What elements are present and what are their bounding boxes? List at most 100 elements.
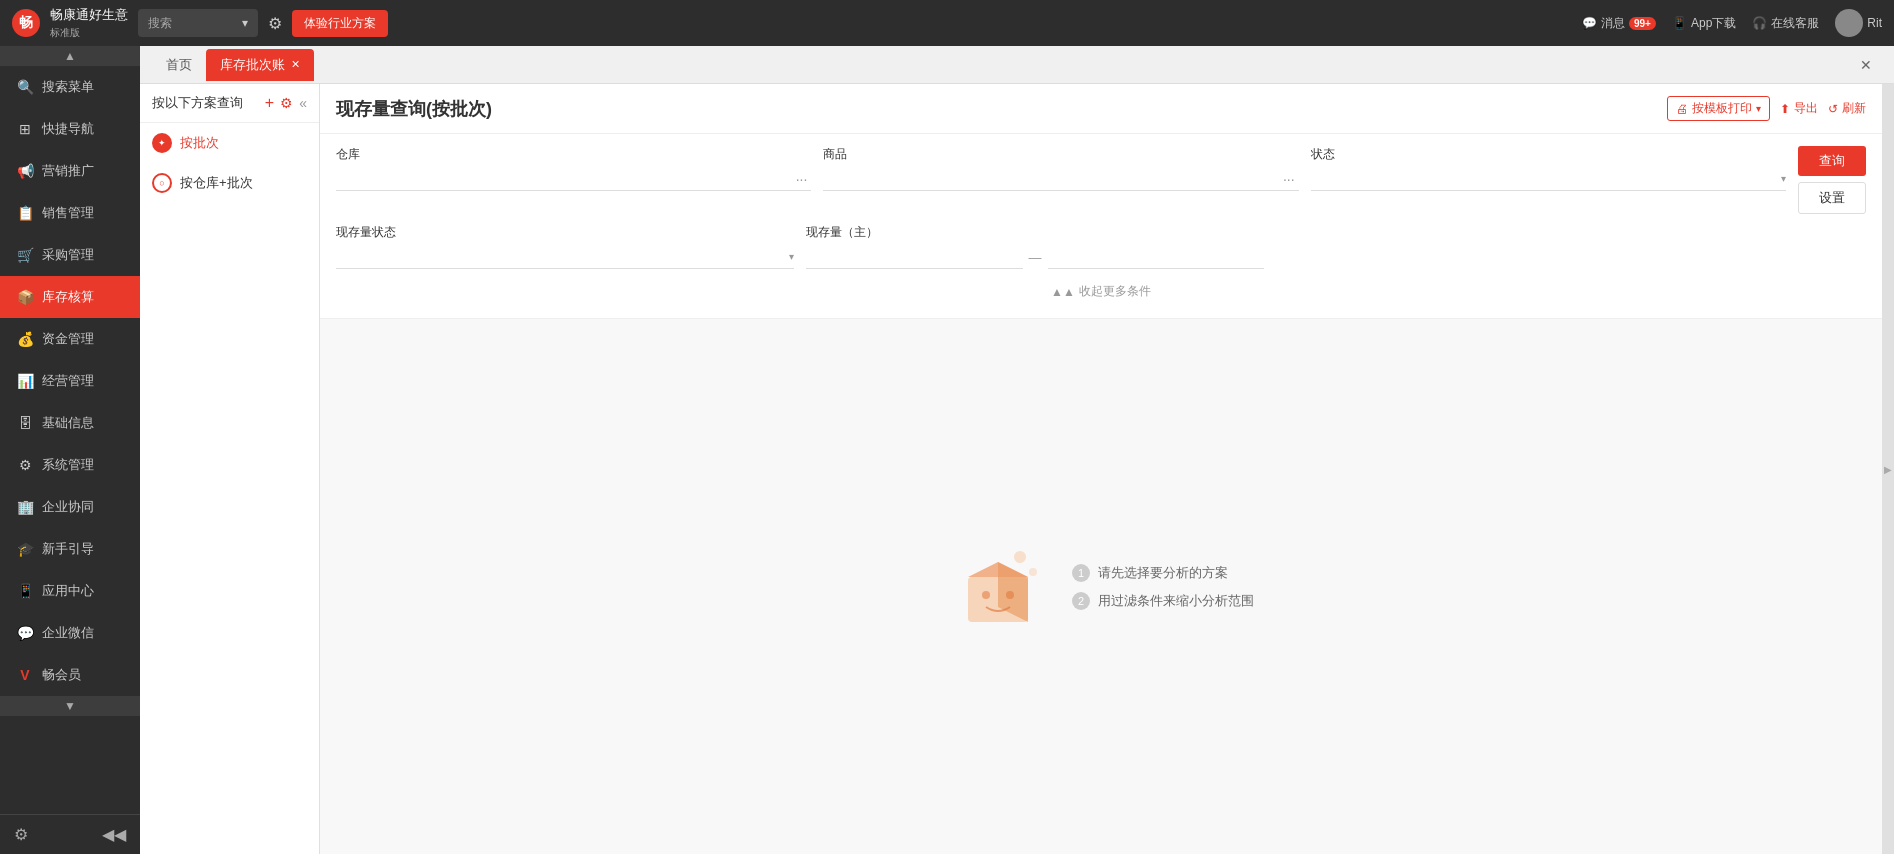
try-industry-button[interactable]: 体验行业方案 bbox=[292, 10, 388, 37]
sidebar-quick-nav-label: 快捷导航 bbox=[42, 120, 94, 138]
sidebar-item-marketing[interactable]: 📢 营销推广 bbox=[0, 150, 140, 192]
stock-status-input-wrapper: ▾ bbox=[336, 245, 794, 269]
sidebar-scroll-up[interactable]: ▲ bbox=[0, 46, 140, 66]
sidebar-item-guide[interactable]: 🎓 新手引导 bbox=[0, 528, 140, 570]
tab-home[interactable]: 首页 bbox=[152, 49, 206, 81]
print-icon: 🖨 bbox=[1676, 102, 1688, 116]
warehouse-dots-icon[interactable]: ··· bbox=[792, 171, 812, 187]
gear-icon[interactable]: ⚙ bbox=[268, 14, 282, 33]
sidebar-item-search[interactable]: 🔍 搜索菜单 bbox=[0, 66, 140, 108]
right-content: 现存量查询(按批次) 🖨 按模板打印 ▾ ⬆ 导出 ↺ bbox=[320, 84, 1882, 854]
search-icon: 🔍 bbox=[16, 78, 34, 96]
refresh-button[interactable]: ↺ 刷新 bbox=[1828, 100, 1866, 117]
svg-point-5 bbox=[1014, 551, 1026, 563]
tip-1-num: 1 bbox=[1072, 564, 1090, 582]
empty-state-content: 1 请先选择要分析的方案 2 用过滤条件来缩小分析范围 bbox=[948, 537, 1254, 637]
sidebar-marketing-label: 营销推广 bbox=[42, 162, 94, 180]
print-button[interactable]: 🖨 按模板打印 ▾ bbox=[1667, 96, 1770, 121]
sales-icon: 📋 bbox=[16, 204, 34, 222]
sidebar-item-system[interactable]: ⚙ 系统管理 bbox=[0, 444, 140, 486]
operations-icon: 📊 bbox=[16, 372, 34, 390]
product-input[interactable] bbox=[823, 167, 1279, 190]
tab-bar-close-icon[interactable]: ✕ bbox=[1860, 57, 1872, 73]
search-text: 搜索 bbox=[148, 15, 172, 32]
sidebar-item-apps[interactable]: 📱 应用中心 bbox=[0, 570, 140, 612]
stock-status-label: 现存量状态 bbox=[336, 224, 794, 241]
sidebar-item-purchase[interactable]: 🛒 采购管理 bbox=[0, 234, 140, 276]
export-icon: ⬆ bbox=[1780, 102, 1790, 116]
sidebar-item-wechat[interactable]: 💬 企业微信 bbox=[0, 612, 140, 654]
status-input[interactable] bbox=[1311, 167, 1781, 190]
app-download-button[interactable]: 📱 App下载 bbox=[1672, 15, 1736, 32]
top-search-bar[interactable]: 搜索 ▾ bbox=[138, 9, 258, 37]
tab-batch-account[interactable]: 库存批次账 ✕ bbox=[206, 49, 314, 81]
settings-button[interactable]: 设置 bbox=[1798, 182, 1866, 214]
messages-button[interactable]: 💬 消息 99+ bbox=[1582, 15, 1656, 32]
guide-icon: 🎓 bbox=[16, 540, 34, 558]
warehouse-input[interactable] bbox=[336, 167, 792, 190]
scheme-item-batch[interactable]: ✦ 按批次 bbox=[140, 123, 319, 163]
page-content: 按以下方案查询 + ⚙ « ✦ 按批次 ○ bbox=[140, 84, 1894, 854]
stock-status-dropdown-icon[interactable]: ▾ bbox=[789, 251, 794, 262]
inventory-icon: 📦 bbox=[16, 288, 34, 306]
status-dropdown-icon[interactable]: ▾ bbox=[1781, 173, 1786, 184]
purchase-icon: 🛒 bbox=[16, 246, 34, 264]
sidebar-fold-icon[interactable]: ◀◀ bbox=[102, 825, 126, 844]
add-scheme-icon[interactable]: + bbox=[265, 94, 274, 112]
content-area: 首页 库存批次账 ✕ ✕ 按以下方案查询 + ⚙ « bbox=[140, 46, 1894, 854]
sidebar-member-label: 畅会员 bbox=[42, 666, 81, 684]
system-icon: ⚙ bbox=[16, 456, 34, 474]
stock-qty-min-wrapper bbox=[806, 245, 1023, 269]
brand-name: 畅康通好生意 bbox=[50, 6, 128, 24]
brand-version: 标准版 bbox=[50, 26, 128, 40]
query-button[interactable]: 查询 bbox=[1798, 146, 1866, 176]
wechat-icon: 💬 bbox=[16, 624, 34, 642]
sidebar-item-operations[interactable]: 📊 经营管理 bbox=[0, 360, 140, 402]
brand-info: 畅康通好生意 标准版 bbox=[50, 6, 128, 40]
range-separator: — bbox=[1029, 250, 1042, 265]
product-input-wrapper: ··· bbox=[823, 167, 1298, 191]
status-input-wrapper: ▾ bbox=[1311, 167, 1786, 191]
sidebar-operations-label: 经营管理 bbox=[42, 372, 94, 390]
collapse-panel-icon[interactable]: « bbox=[299, 95, 307, 111]
sidebar-item-enterprise[interactable]: 🏢 企业协同 bbox=[0, 486, 140, 528]
left-panel-title: 按以下方案查询 bbox=[152, 94, 243, 112]
page-header-actions: 🖨 按模板打印 ▾ ⬆ 导出 ↺ 刷新 bbox=[1667, 96, 1866, 121]
empty-illustration bbox=[948, 537, 1048, 637]
scheme-settings-icon[interactable]: ⚙ bbox=[280, 95, 293, 111]
left-panel-actions: + ⚙ « bbox=[265, 94, 307, 112]
export-button[interactable]: ⬆ 导出 bbox=[1780, 100, 1818, 117]
filter-section: 仓库 ··· 商品 ··· bbox=[320, 134, 1882, 319]
user-profile-button[interactable]: Rit bbox=[1835, 9, 1882, 37]
sidebar-item-basic[interactable]: 🗄 基础信息 bbox=[0, 402, 140, 444]
tab-close-icon[interactable]: ✕ bbox=[291, 58, 300, 71]
stock-status-input[interactable] bbox=[336, 245, 789, 268]
online-service-button[interactable]: 🎧 在线客服 bbox=[1752, 15, 1819, 32]
collapse-filter-button[interactable]: ▲▲ 收起更多条件 bbox=[336, 277, 1866, 306]
right-edge-handle[interactable]: ▶ bbox=[1882, 84, 1894, 854]
sidebar-apps-label: 应用中心 bbox=[42, 582, 94, 600]
left-panel: 按以下方案查询 + ⚙ « ✦ 按批次 ○ bbox=[140, 84, 320, 854]
scheme-item-warehouse-batch[interactable]: ○ 按仓库+批次 bbox=[140, 163, 319, 203]
sidebar-item-sales[interactable]: 📋 销售管理 bbox=[0, 192, 140, 234]
quick-nav-icon: ⊞ bbox=[16, 120, 34, 138]
sidebar-bottom: ⚙ ◀◀ bbox=[0, 814, 140, 854]
stock-qty-max-wrapper bbox=[1048, 245, 1265, 269]
basic-icon: 🗄 bbox=[16, 414, 34, 432]
message-badge: 99+ bbox=[1629, 17, 1656, 30]
sidebar-item-quick-nav[interactable]: ⊞ 快捷导航 bbox=[0, 108, 140, 150]
scheme-batch-label: 按批次 bbox=[180, 134, 219, 152]
sidebar-item-member[interactable]: V 畅会员 bbox=[0, 654, 140, 696]
print-chevron-icon: ▾ bbox=[1756, 103, 1761, 114]
main-layout: ▲ 🔍 搜索菜单 ⊞ 快捷导航 📢 营销推广 📋 销售管理 🛒 采购管理 📦 库… bbox=[0, 46, 1894, 854]
tab-bar: 首页 库存批次账 ✕ ✕ bbox=[140, 46, 1894, 84]
sidebar-item-inventory[interactable]: 📦 库存核算 bbox=[0, 276, 140, 318]
sidebar-item-finance[interactable]: 💰 资金管理 bbox=[0, 318, 140, 360]
empty-tips: 1 请先选择要分析的方案 2 用过滤条件来缩小分析范围 bbox=[1072, 564, 1254, 610]
stock-qty-max-input[interactable] bbox=[1048, 245, 1265, 268]
sidebar-scroll-down[interactable]: ▼ bbox=[0, 696, 140, 716]
header-left: 畅 畅康通好生意 标准版 搜索 ▾ ⚙ 体验行业方案 bbox=[12, 6, 388, 40]
sidebar-settings-icon[interactable]: ⚙ bbox=[14, 825, 28, 844]
stock-qty-min-input[interactable] bbox=[806, 245, 1023, 268]
product-dots-icon[interactable]: ··· bbox=[1279, 171, 1299, 187]
